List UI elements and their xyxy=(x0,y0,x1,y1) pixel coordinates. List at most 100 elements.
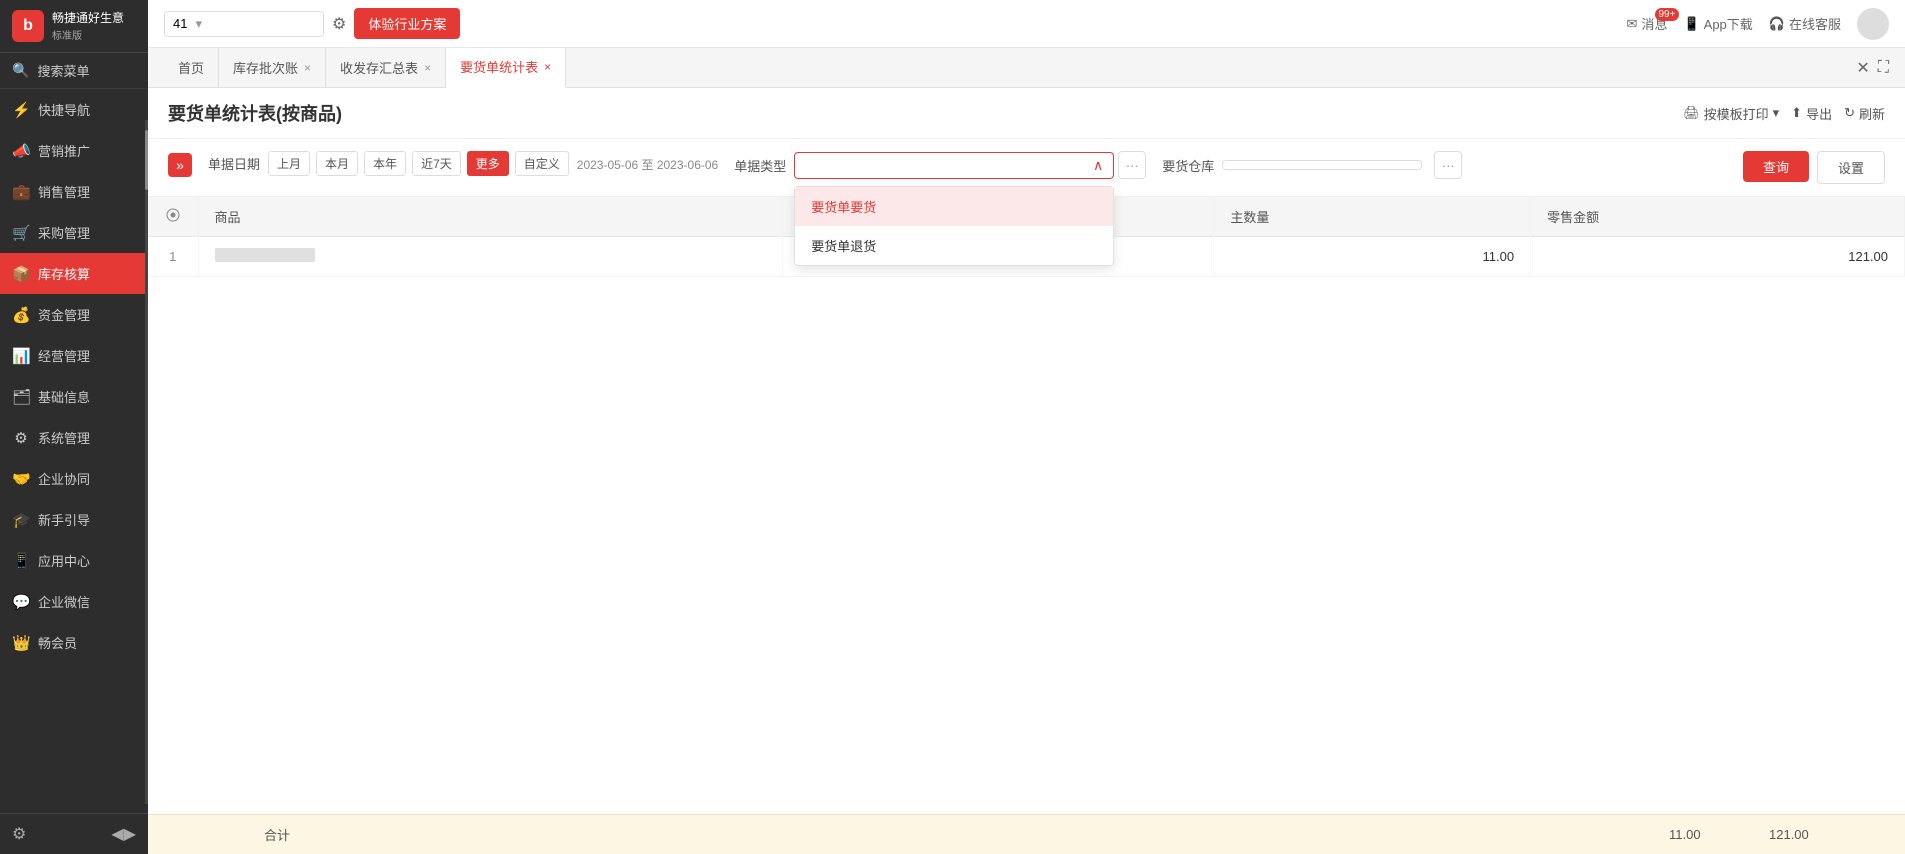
expand-tabs-icon[interactable]: ⛶ xyxy=(1878,59,1889,77)
sidebar-item-销售管理[interactable]: 💼销售管理 xyxy=(0,171,148,212)
dropdown-item-order-return[interactable]: 要货单退货 xyxy=(795,226,1113,265)
sidebar-item-库存核算[interactable]: 📦 库存核算 xyxy=(0,253,148,294)
footer-amount: 121.00 xyxy=(1769,827,1889,842)
message-badge: 99+ xyxy=(1655,8,1680,21)
store-dropdown-arrow: ▾ xyxy=(195,16,202,32)
sidebar-item-畅会员[interactable]: 👑 畅会员 xyxy=(0,622,148,663)
date-this-month-btn[interactable]: 本月 xyxy=(316,151,358,176)
close-all-tabs-icon[interactable]: ✕ xyxy=(1856,58,1869,78)
export-button[interactable]: ⬆ 导出 xyxy=(1791,104,1832,123)
search-icon: 🔍 xyxy=(12,62,29,79)
warehouse-select[interactable] xyxy=(1222,160,1422,170)
nav-icon: 👑 xyxy=(12,634,30,652)
customer-service-button[interactable]: 🎧 在线客服 xyxy=(1769,14,1841,33)
sidebar-item-系统管理[interactable]: ⚙ 系统管理 xyxy=(0,417,148,458)
service-icon: 🎧 xyxy=(1769,16,1785,32)
nav-label: 采购管理 xyxy=(38,223,90,242)
message-button[interactable]: ✉ 消息 99+ xyxy=(1627,14,1668,33)
tab-summary[interactable]: 收发存汇总表 × xyxy=(326,48,446,88)
warehouse-more-btn[interactable]: ··· xyxy=(1434,151,1462,179)
sidebar-settings-icon[interactable]: ⚙ xyxy=(12,824,26,844)
nav-icon: 🗂 xyxy=(12,388,30,406)
sidebar-item-营销推广[interactable]: 📣营销推广 xyxy=(0,130,148,171)
table-settings-header[interactable] xyxy=(148,197,198,237)
search-menu[interactable]: 🔍 搜索菜单 xyxy=(0,53,148,89)
nav-icon: 💰 xyxy=(12,306,30,324)
user-avatar[interactable] xyxy=(1857,8,1889,40)
tab-summary-close[interactable]: × xyxy=(424,61,431,75)
filter-bar: » 单据日期 上月 本月 本年 近7天 更多 自定义 2023-05-06 至 … xyxy=(148,139,1905,197)
nav-icon: 💬 xyxy=(12,593,30,611)
logo-icon: b xyxy=(12,10,44,42)
setup-button[interactable]: 设置 xyxy=(1817,151,1885,184)
filter-expand-button[interactable]: » xyxy=(168,153,192,177)
page-content: 要货单统计表(按商品) 🖨 按模板打印 ▾ ⬆ 导出 ↻ 刷新 » xyxy=(148,88,1905,854)
table-footer: 合计 11.00 121.00 xyxy=(148,814,1905,854)
nav-icon: 📣 xyxy=(12,142,30,160)
sidebar-item-企业微信[interactable]: 💬 企业微信 xyxy=(0,581,148,622)
message-icon: ✉ xyxy=(1627,16,1638,32)
dropdown-item-order-purchase[interactable]: 要货单要货 xyxy=(795,187,1113,226)
date-last-7-days-btn[interactable]: 近7天 xyxy=(412,151,461,176)
sidebar-collapse-icon[interactable]: ◀▶ xyxy=(111,824,136,844)
sidebar-item-应用中心[interactable]: 📱应用中心 xyxy=(0,540,148,581)
tab-summary-label: 收发存汇总表 xyxy=(340,58,418,77)
store-selector[interactable]: 41 ▾ xyxy=(164,11,324,37)
date-filter-group: 单据日期 上月 本月 本年 近7天 更多 自定义 2023-05-06 至 20… xyxy=(208,151,718,176)
print-button[interactable]: 🖨 按模板打印 ▾ xyxy=(1683,104,1779,123)
sidebar-logo: b 畅捷通好生意 标准版 xyxy=(0,0,148,53)
footer-label: 合计 xyxy=(214,825,290,844)
col-amount-header: 零售金额 xyxy=(1531,197,1905,237)
nav-label: 库存核算 xyxy=(38,264,90,283)
nav-label: 畅会员 xyxy=(38,633,77,652)
cell-qty: 11.00 xyxy=(1214,237,1531,277)
tab-inventory-batch[interactable]: 库存批次账 × xyxy=(219,48,326,88)
nav-icon: 📦 xyxy=(12,265,30,283)
app-download-button[interactable]: 📱 App下载 xyxy=(1683,14,1752,33)
footer-qty: 11.00 xyxy=(1549,827,1769,842)
sidebar-item-快捷导航[interactable]: ⚡快捷导航 xyxy=(0,89,148,130)
topbar-settings-icon[interactable]: ⚙ xyxy=(332,14,346,34)
tabbar: 首页 库存批次账 × 收发存汇总表 × 要货单统计表 × ✕ ⛶ xyxy=(148,48,1905,88)
tab-order-stats[interactable]: 要货单统计表 × xyxy=(446,48,566,88)
tab-home[interactable]: 首页 xyxy=(164,48,219,88)
type-dropdown: 要货单要货 要货单退货 xyxy=(794,186,1114,266)
date-filter-label: 单据日期 xyxy=(208,154,260,173)
nav-label: 系统管理 xyxy=(38,428,90,447)
nav-label: 资金管理 xyxy=(38,305,90,324)
app-icon: 📱 xyxy=(1683,16,1699,32)
filter-actions: 查询 设置 xyxy=(1743,151,1885,184)
export-icon: ⬆ xyxy=(1791,105,1802,121)
sidebar-item-新手引导[interactable]: 🎓 新手引导 xyxy=(0,499,148,540)
sidebar-item-采购管理[interactable]: 🛒 采购管理 xyxy=(0,212,148,253)
topbar: 41 ▾ ⚙ 体验行业方案 ✉ 消息 99+ 📱 App下载 🎧 在线客服 xyxy=(148,0,1905,48)
print-dropdown-icon: ▾ xyxy=(1773,105,1780,121)
query-button[interactable]: 查询 xyxy=(1743,151,1809,182)
date-last-month-btn[interactable]: 上月 xyxy=(268,151,310,176)
nav-label: 销售管理 xyxy=(38,182,90,201)
sidebar-item-基础信息[interactable]: 🗂基础信息 xyxy=(0,376,148,417)
cell-num: 1 xyxy=(148,237,198,277)
nav-icon: ⚙ xyxy=(12,429,30,447)
nav-label: 新手引导 xyxy=(38,510,90,529)
refresh-icon: ↻ xyxy=(1844,105,1855,121)
date-more-btn[interactable]: 更多 xyxy=(467,151,509,176)
date-this-year-btn[interactable]: 本年 xyxy=(364,151,406,176)
sidebar-item-企业协同[interactable]: 🤝企业协同 xyxy=(0,458,148,499)
nav-icon: 🛒 xyxy=(12,224,30,242)
nav-icon: 🤝 xyxy=(12,470,30,488)
type-filter-row: 单据类型 ∧ 要货单要货 要货单退货 ··· xyxy=(734,151,1146,179)
nav-icon: 🎓 xyxy=(12,511,30,529)
sidebar-item-经营管理[interactable]: 📊经营管理 xyxy=(0,335,148,376)
tab-inventory-batch-close[interactable]: × xyxy=(304,61,311,75)
sidebar-item-资金管理[interactable]: 💰 资金管理 xyxy=(0,294,148,335)
nav-label: 企业微信 xyxy=(38,592,90,611)
type-select[interactable]: ∧ xyxy=(794,152,1114,179)
app-version: 标准版 xyxy=(52,27,124,42)
trial-button[interactable]: 体验行业方案 xyxy=(354,8,460,39)
filter-more-btn[interactable]: ··· xyxy=(1118,151,1146,179)
warehouse-filter-group: 要货仓库 ··· xyxy=(1162,151,1462,179)
tab-order-stats-close[interactable]: × xyxy=(544,60,551,74)
refresh-button[interactable]: ↻ 刷新 xyxy=(1844,104,1885,123)
date-custom-btn[interactable]: 自定义 xyxy=(515,151,569,176)
